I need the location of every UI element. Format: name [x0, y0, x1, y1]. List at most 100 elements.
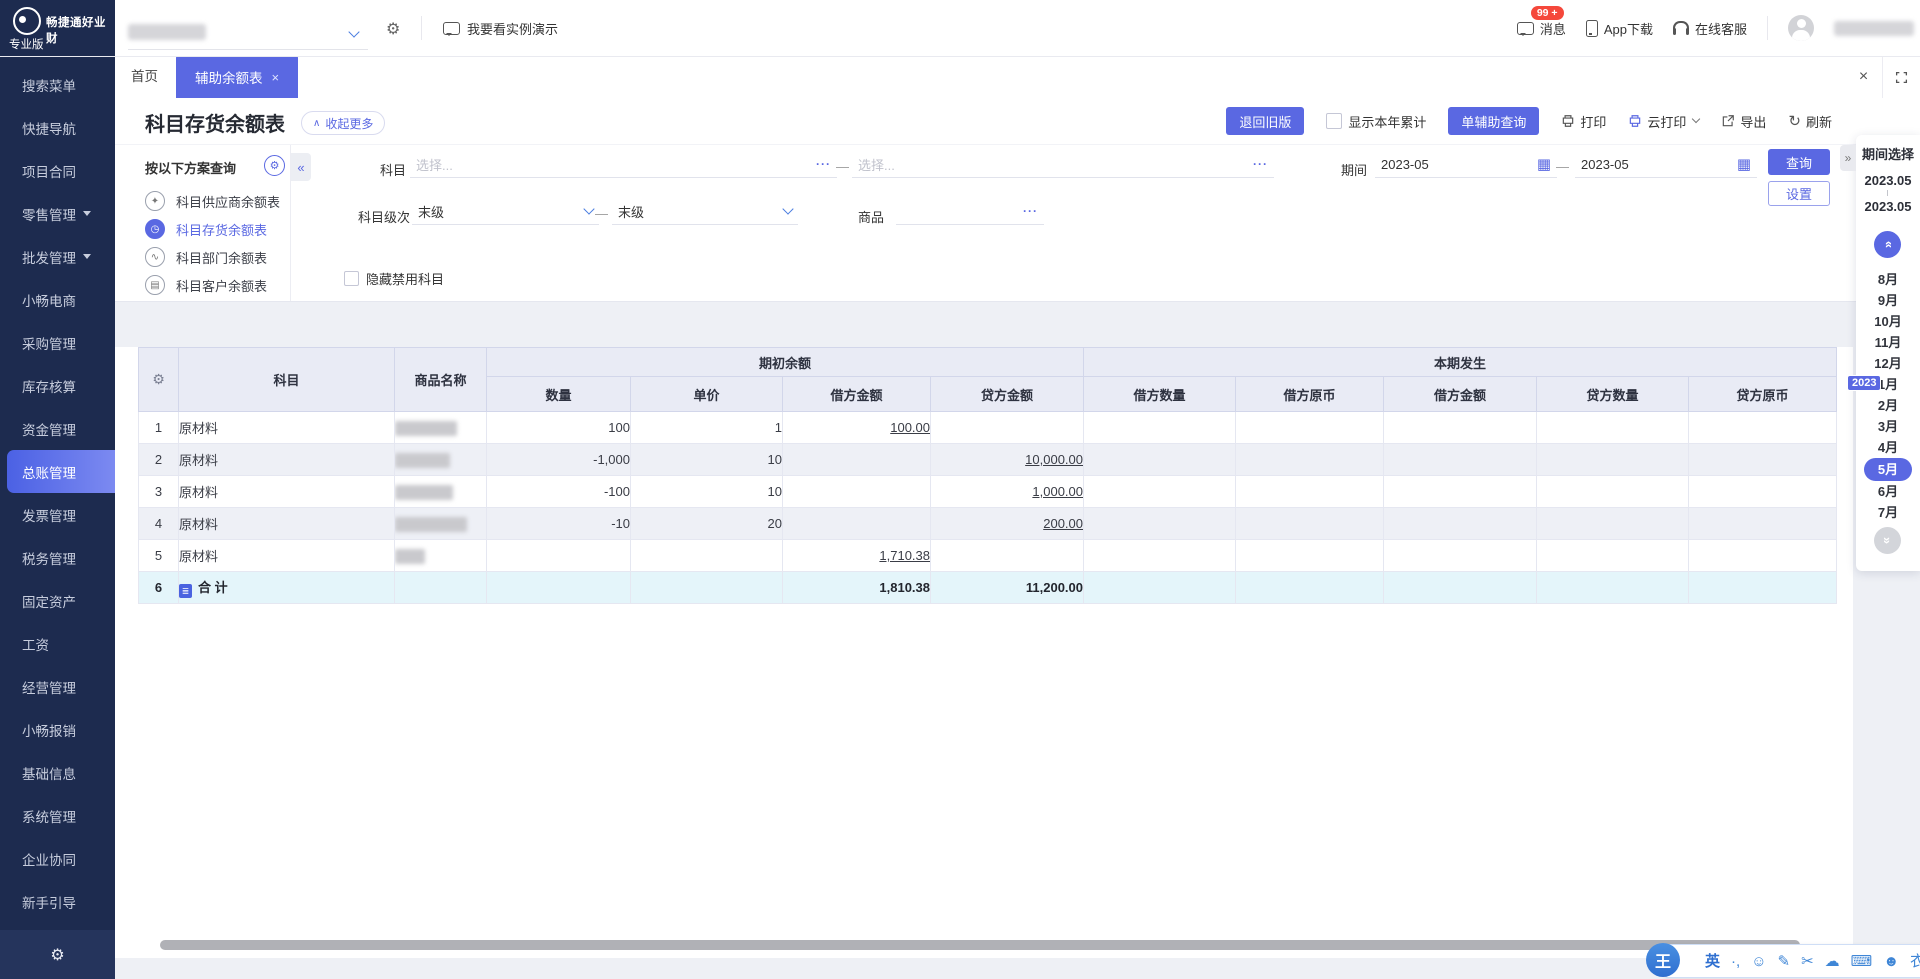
screenshot-scissors-icon[interactable]: ✂: [1801, 954, 1814, 969]
ime-logo[interactable]: 王: [1646, 943, 1680, 977]
sidebar-item[interactable]: 新手引导: [0, 880, 115, 923]
sidebar-item[interactable]: 固定资产: [0, 579, 115, 622]
online-support-button[interactable]: 在线客服: [1672, 19, 1747, 38]
months-scroll-up-button[interactable]: »: [1874, 231, 1901, 258]
sidebar-item[interactable]: 库存核算: [0, 364, 115, 407]
sidebar-item[interactable]: 小畅报销: [0, 708, 115, 751]
scheme-collapse-icon[interactable]: «: [291, 153, 311, 181]
month-item[interactable]: 5月: [1864, 458, 1912, 481]
month-item[interactable]: 12月: [1856, 353, 1920, 374]
ellipsis-picker-icon[interactable]: ···: [1253, 157, 1268, 171]
month-item[interactable]: 9月: [1856, 290, 1920, 311]
month-item[interactable]: 4月: [1856, 437, 1920, 458]
sidebar-item[interactable]: 搜索菜单: [0, 63, 115, 106]
credit-link[interactable]: 1,000.00: [1032, 484, 1082, 499]
user-icon[interactable]: ☻: [1883, 954, 1899, 969]
debit-link[interactable]: 100.00: [890, 420, 929, 435]
company-chevron-down-icon[interactable]: [348, 26, 360, 38]
keyboard-icon[interactable]: ⌨: [1851, 954, 1873, 969]
level-to-select[interactable]: 末级: [612, 198, 798, 225]
sidebar-item[interactable]: 采购管理: [0, 321, 115, 364]
scheme-item[interactable]: ▤ 科目客户余额表: [115, 271, 290, 299]
emoji-icon[interactable]: ☺: [1751, 954, 1766, 969]
show-ytd-checkbox[interactable]: 显示本年累计: [1326, 112, 1426, 131]
tab-home[interactable]: 首页: [131, 56, 158, 98]
scheme-item[interactable]: ◷ 科目存货余额表: [115, 215, 290, 243]
subject-from-field[interactable]: 选择... ···: [410, 151, 837, 178]
refresh-button[interactable]: ↻ 刷新: [1788, 112, 1832, 131]
sidebar-item[interactable]: 系统管理: [0, 794, 115, 837]
company-name-redacted[interactable]: [128, 24, 206, 40]
period-to-display[interactable]: 2023.05: [1856, 199, 1920, 214]
month-item[interactable]: 6月: [1856, 481, 1920, 502]
tab-aux-balance[interactable]: 辅助余额表 ×: [176, 56, 298, 98]
sidebar-item[interactable]: 项目合同: [0, 149, 115, 192]
sidebar-item[interactable]: 工资: [0, 622, 115, 665]
demo-link[interactable]: 我要看实例演示: [443, 0, 558, 56]
gear-icon[interactable]: ⚙: [152, 371, 165, 387]
sidebar-item[interactable]: 税务管理: [0, 536, 115, 579]
sidebar-settings-strip[interactable]: ⚙: [0, 930, 115, 979]
subject-to-field[interactable]: 选择... ···: [852, 151, 1274, 178]
period-from-display[interactable]: 2023.05: [1856, 173, 1920, 188]
period-to-field[interactable]: 2023-05 ▦: [1575, 151, 1757, 178]
sidebar-item[interactable]: 经营管理: [0, 665, 115, 708]
back-to-old-button[interactable]: 退回旧版: [1226, 107, 1305, 135]
ellipsis-picker-icon[interactable]: ···: [1023, 204, 1038, 218]
skin-icon[interactable]: 衣: [1910, 954, 1920, 969]
month-item[interactable]: 11月: [1856, 332, 1920, 353]
month-item[interactable]: 8月: [1856, 269, 1920, 290]
query-button[interactable]: 查询: [1768, 149, 1830, 175]
month-item[interactable]: 10月: [1856, 311, 1920, 332]
month-item[interactable]: 2月: [1856, 395, 1920, 416]
export-button[interactable]: 导出: [1721, 112, 1766, 131]
lang-english-icon[interactable]: 英: [1705, 954, 1720, 969]
debit-link[interactable]: 1,710.38: [879, 548, 929, 563]
month-item[interactable]: 7月: [1856, 502, 1920, 523]
credit-link[interactable]: 10,000.00: [1025, 452, 1082, 467]
handwriting-pencil-icon[interactable]: ✎: [1778, 954, 1791, 969]
sidebar-item[interactable]: 企业协同: [0, 837, 115, 880]
close-icon[interactable]: ×: [1845, 56, 1882, 98]
sidebar-item[interactable]: 基础信息: [0, 751, 115, 794]
sidebar-item[interactable]: 总账管理: [7, 450, 115, 493]
table-column-settings[interactable]: ⚙: [138, 347, 179, 412]
month-item[interactable]: 3月: [1856, 416, 1920, 437]
single-aux-query-button[interactable]: 单辅助查询: [1448, 107, 1540, 135]
sidebar-item[interactable]: 零售管理: [0, 192, 115, 235]
level-from-select[interactable]: 末级: [412, 198, 599, 225]
collapse-more-button[interactable]: ∧ 收起更多: [301, 111, 386, 135]
punctuation-icon[interactable]: ·,: [1731, 954, 1740, 969]
calendar-icon[interactable]: ▦: [1737, 155, 1751, 173]
sidebar-item[interactable]: 资金管理: [0, 407, 115, 450]
cloud-icon[interactable]: ☁: [1825, 954, 1840, 969]
horizontal-scrollbar[interactable]: [160, 940, 1800, 950]
sidebar-item[interactable]: 小畅电商: [0, 278, 115, 321]
messages-button[interactable]: 99 + 消息: [1516, 5, 1566, 38]
period-panel-expand-icon[interactable]: »: [1840, 145, 1856, 171]
scheme-item[interactable]: ✦ 科目供应商余额表: [115, 187, 290, 215]
period-from-field[interactable]: 2023-05 ▦: [1375, 151, 1557, 178]
months-scroll-down-button[interactable]: »: [1874, 527, 1901, 554]
product-field[interactable]: ···: [896, 198, 1044, 225]
app-download-button[interactable]: App下载: [1585, 19, 1653, 38]
settings-button[interactable]: 设置: [1768, 181, 1830, 206]
credit-link[interactable]: 200.00: [1043, 516, 1082, 531]
fullscreen-icon[interactable]: [1882, 56, 1920, 98]
print-button[interactable]: 打印: [1561, 112, 1606, 131]
cloud-print-button[interactable]: 云打印: [1628, 112, 1701, 131]
scheme-item[interactable]: ∿ 科目部门余额表: [115, 243, 290, 271]
calendar-icon[interactable]: ▦: [1537, 155, 1551, 173]
tab-close-icon[interactable]: ×: [271, 70, 279, 85]
checkbox-icon[interactable]: [1326, 113, 1343, 129]
sidebar-item[interactable]: 发票管理: [0, 493, 115, 536]
checkbox-icon[interactable]: [344, 271, 359, 286]
sidebar-item[interactable]: 快捷导航: [0, 106, 115, 149]
hide-disabled-checkbox[interactable]: 隐藏禁用科目: [344, 269, 444, 288]
gear-icon[interactable]: ⚙: [386, 19, 400, 39]
sidebar-item[interactable]: 批发管理: [0, 235, 115, 278]
gear-icon[interactable]: ⚙: [50, 945, 64, 965]
ellipsis-picker-icon[interactable]: ···: [816, 157, 831, 171]
scheme-gear-icon[interactable]: ⚙: [264, 155, 285, 176]
avatar[interactable]: [1788, 15, 1814, 41]
